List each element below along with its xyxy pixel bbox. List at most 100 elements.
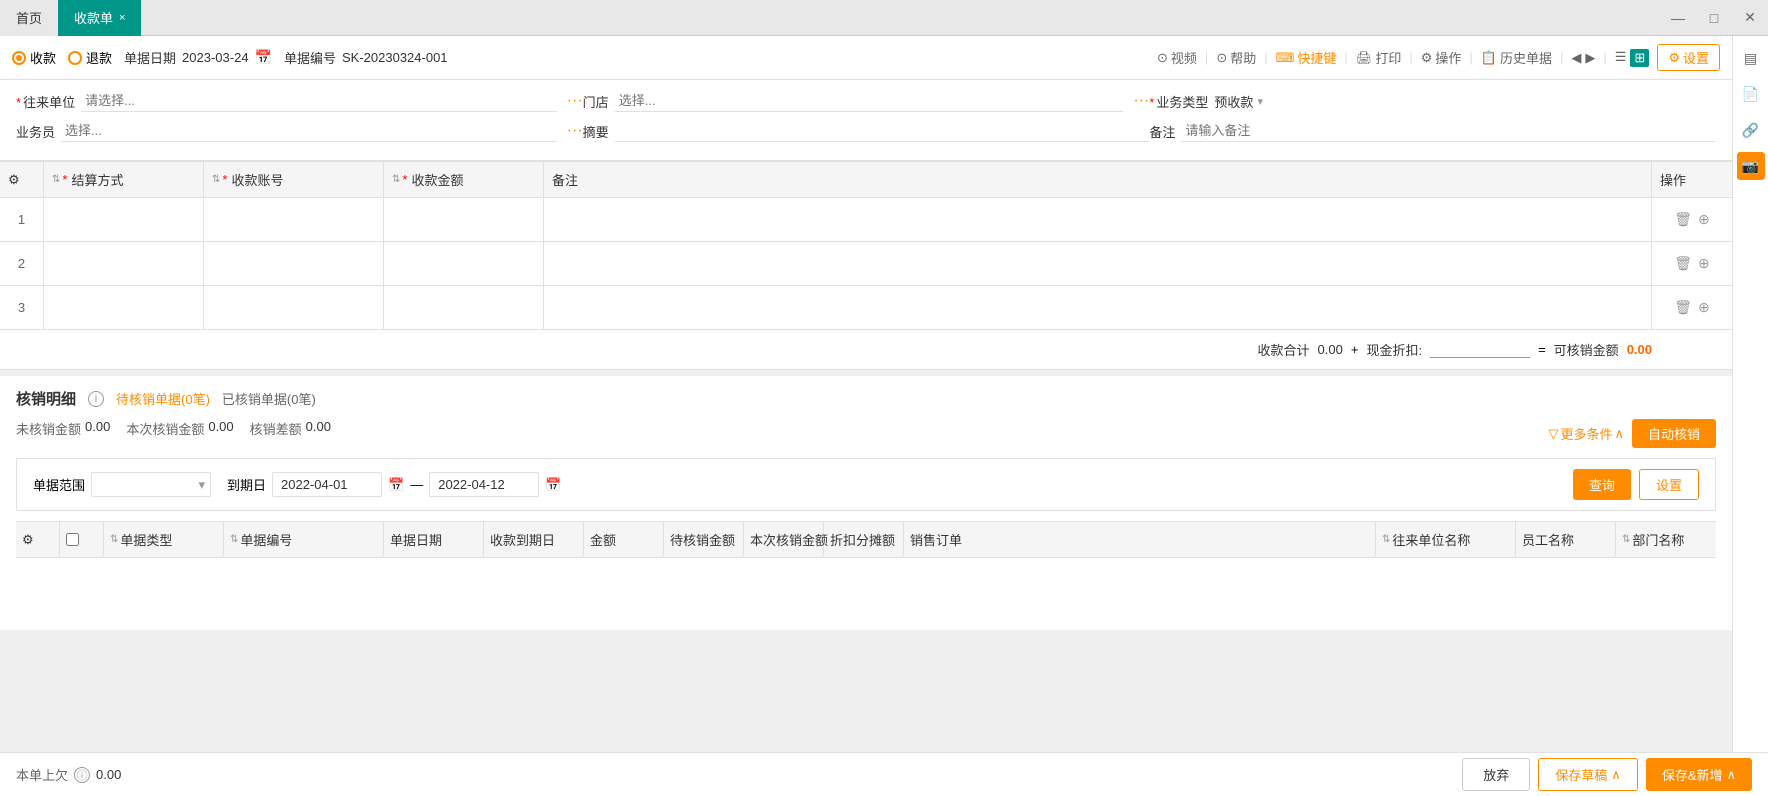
shortcut-action[interactable]: ⌨ 快捷键	[1276, 48, 1337, 67]
date-label: 到期日	[227, 475, 266, 494]
sep5: |	[1469, 50, 1472, 65]
row-3-copy-icon[interactable]: ⊕	[1698, 299, 1710, 316]
more-conditions-link[interactable]: ▽ 更多条件 ∧	[1548, 424, 1624, 443]
number-field: 单据编号 SK-20230324-001	[284, 48, 448, 67]
tab-done[interactable]: 已核销单据(0笔)	[222, 389, 316, 408]
sidebar-camera-icon[interactable]: 📷	[1737, 152, 1765, 180]
row-1-amount[interactable]	[384, 198, 544, 241]
save-new-button[interactable]: 保存&新增 ∧	[1646, 758, 1752, 791]
row-2-delete-icon[interactable]: 🗑	[1674, 255, 1692, 272]
tab-home[interactable]: 首页	[0, 0, 58, 36]
discount-input[interactable]	[1430, 342, 1530, 358]
row-1-remark[interactable]	[544, 198, 1652, 241]
sep2: |	[1264, 50, 1267, 65]
sidebar-doc-icon[interactable]: 📄	[1737, 80, 1765, 108]
save-draft-button[interactable]: 保存草稿 ∧	[1538, 758, 1638, 791]
staff-input[interactable]	[61, 120, 557, 142]
video-action[interactable]: ⊙ 视频	[1157, 48, 1197, 67]
tab-close-icon[interactable]: ×	[119, 12, 125, 24]
staff-more-icon[interactable]: ···	[567, 122, 583, 140]
unverified-label: 未核销金额	[16, 419, 81, 438]
form-row-1: *往来单位 ··· 门店 ··· *业务类型 预收款 ▾	[16, 90, 1716, 112]
partner-more-icon[interactable]: ···	[567, 92, 583, 110]
row-1-num: 1	[0, 198, 44, 241]
cal-from-icon[interactable]: 📅	[388, 477, 404, 493]
auto-verify-button[interactable]: 自动核销	[1632, 419, 1716, 448]
note-field: 备注	[1149, 120, 1716, 142]
row-1-account[interactable]	[204, 198, 384, 241]
radio-refund[interactable]: 退款	[68, 48, 112, 67]
sidebar-link-icon[interactable]: 🔗	[1737, 116, 1765, 144]
row-2-account[interactable]	[204, 242, 384, 285]
row-1-payment[interactable]	[44, 198, 204, 241]
radio-receipt[interactable]: 收款	[12, 48, 56, 67]
row-2-copy-icon[interactable]: ⊕	[1698, 255, 1710, 272]
print-action[interactable]: 🖨 打印	[1356, 48, 1402, 67]
history-icon: 📋	[1481, 50, 1497, 66]
abandon-button[interactable]: 放弃	[1462, 758, 1530, 791]
range-select[interactable]	[91, 472, 211, 497]
tab-pending[interactable]: 待核销单据(0笔)	[116, 389, 210, 408]
bth-settings[interactable]: ⚙	[16, 522, 60, 557]
select-all-checkbox[interactable]	[66, 533, 79, 546]
filter-right: ▽ 更多条件 ∧ 自动核销	[1548, 419, 1716, 448]
row-2-remark[interactable]	[544, 242, 1652, 285]
bth-partner: ⇅ 往来单位名称	[1376, 522, 1516, 557]
query-button[interactable]: 查询	[1573, 469, 1631, 500]
limit-value: 0.00	[96, 767, 121, 782]
tab-receipt[interactable]: 收款单 ×	[58, 0, 141, 36]
row-2-payment[interactable]	[44, 242, 204, 285]
table-settings-button[interactable]: 设置	[1639, 469, 1699, 500]
verify-info-icon[interactable]: i	[88, 391, 104, 407]
prev-arrow[interactable]: ◀	[1571, 50, 1581, 66]
footer: 本单上欠 ⓘ 0.00 放弃 保存草稿 ∧ 保存&新增 ∧	[0, 752, 1768, 796]
unverified-value: 0.00	[85, 419, 110, 438]
partner-input[interactable]	[81, 90, 557, 112]
sidebar-table-icon[interactable]: ▤	[1737, 44, 1765, 72]
th-settings[interactable]: ⚙	[0, 162, 44, 197]
footer-actions: 放弃 保存草稿 ∧ 保存&新增 ∧	[1462, 758, 1752, 791]
row-3-amount[interactable]	[384, 286, 544, 329]
date-field: 单据日期 2023-03-24 📅	[124, 48, 272, 67]
remark-input[interactable]	[615, 120, 1150, 142]
help-label: 帮助	[1230, 48, 1256, 67]
setting-button[interactable]: ⚙ 设置	[1657, 44, 1720, 71]
limit-info-icon[interactable]: ⓘ	[74, 767, 90, 783]
help-action[interactable]: ⊙ 帮助	[1216, 48, 1256, 67]
row-3-account[interactable]	[204, 286, 384, 329]
range-label: 单据范围	[33, 475, 85, 494]
calendar-icon[interactable]: 📅	[255, 49, 272, 66]
grid-view-icon[interactable]: ⊞	[1630, 49, 1649, 67]
note-input[interactable]	[1181, 120, 1716, 142]
date-from-input[interactable]	[272, 472, 382, 497]
th-payment: ⇅ * 结算方式	[44, 162, 204, 197]
help-icon: ⊙	[1216, 50, 1227, 66]
minimize-button[interactable]: —	[1660, 0, 1696, 36]
row-1-actions: 🗑 ⊕	[1652, 198, 1732, 241]
row-3-delete-icon[interactable]: 🗑	[1674, 299, 1692, 316]
sep4: |	[1409, 50, 1412, 65]
history-action[interactable]: 📋 历史单据	[1481, 48, 1552, 67]
nav-arrows: ◀ ▶	[1571, 50, 1595, 66]
close-button[interactable]: ✕	[1732, 0, 1768, 36]
row-3-payment[interactable]	[44, 286, 204, 329]
biz-type-dropdown-icon[interactable]: ▾	[1257, 95, 1263, 108]
bottom-table-header: ⚙ ⇅ 单据类型 ⇅ 单据编号 单据日期 收款到期日 金额	[16, 521, 1716, 558]
row-3-remark[interactable]	[544, 286, 1652, 329]
row-2-amount[interactable]	[384, 242, 544, 285]
date-to-input[interactable]	[429, 472, 539, 497]
maximize-button[interactable]: □	[1696, 0, 1732, 36]
biz-type-selector[interactable]: 预收款 ▾	[1214, 92, 1263, 111]
row-1-delete-icon[interactable]: 🗑	[1674, 211, 1692, 228]
store-more-icon[interactable]: ···	[1133, 92, 1149, 110]
operation-action[interactable]: ⚙ 操作	[1421, 48, 1462, 67]
verify-section: 核销明细 i 待核销单据(0笔) 已核销单据(0笔) 未核销金额 0.00 本次…	[0, 376, 1732, 630]
cal-to-icon[interactable]: 📅	[545, 477, 561, 493]
next-arrow[interactable]: ▶	[1585, 50, 1595, 66]
row-1-copy-icon[interactable]: ⊕	[1698, 211, 1710, 228]
current-verify-value: 0.00	[208, 419, 233, 438]
store-input[interactable]	[615, 90, 1124, 112]
operation-icon: ⚙	[1421, 50, 1433, 66]
list-view-icon[interactable]: ☰	[1615, 49, 1627, 67]
toolbar: 收款 退款 单据日期 2023-03-24 📅 单据编号 SK-20230324…	[0, 36, 1732, 80]
